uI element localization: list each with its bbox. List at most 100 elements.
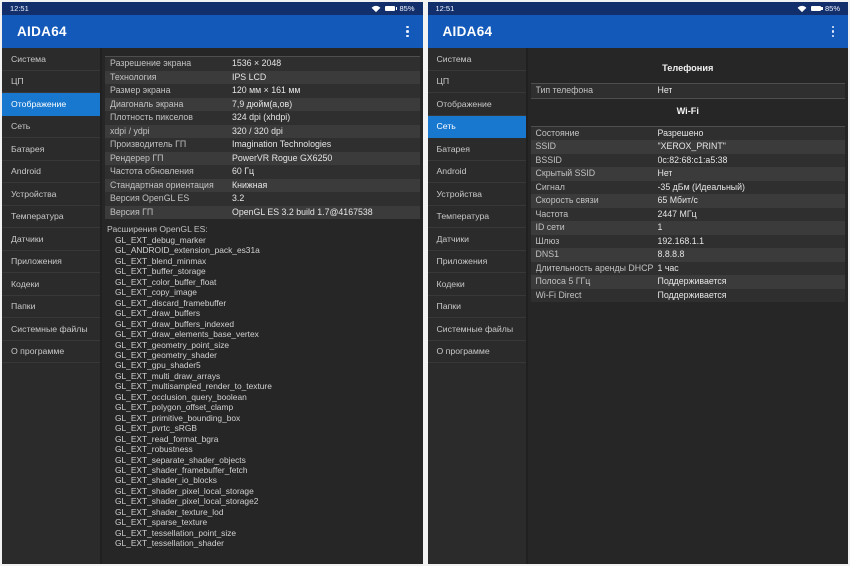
row-value: 120 мм × 161 мм — [232, 85, 301, 95]
extension-item: GL_EXT_multisampled_render_to_texture — [115, 381, 272, 392]
sidebar-item[interactable]: Устройства — [2, 183, 100, 206]
sidebar-item-label: О программе — [436, 346, 490, 357]
extension-item: GL_EXT_primitive_bounding_box — [115, 412, 241, 423]
sidebar-item[interactable]: Отображение — [2, 93, 100, 116]
row-label: Разрешение экрана — [110, 58, 192, 68]
row-label: Скорость связи — [535, 195, 599, 205]
wifi-table: Состояние Разрешено SSID "XEROX_PRINT" B… — [530, 125, 845, 302]
sidebar-item[interactable]: Температура — [427, 206, 526, 228]
battery-percent: 85% — [824, 4, 840, 13]
sidebar-item-label: Датчики — [436, 233, 470, 244]
row-value: 2447 МГц — [657, 208, 697, 219]
row-label: Полоса 5 ГГц — [535, 276, 591, 286]
sidebar-item[interactable]: ЦП — [2, 71, 100, 93]
extension-item: GL_EXT_robustness — [115, 444, 193, 455]
row-value: Книжная — [232, 179, 268, 190]
extension-item: GL_EXT_sparse_texture — [115, 517, 208, 528]
battery-icon — [810, 6, 823, 11]
row-label: Сигнал — [535, 181, 565, 192]
table-row: Длительность аренды DHCP 1 час — [530, 261, 845, 275]
extension-item: GL_EXT_occlusion_query_boolean — [115, 391, 247, 402]
sidebar-item[interactable]: Кодеки — [427, 273, 526, 296]
row-value: 65 Мбит/с — [657, 195, 698, 205]
telephony-table: Тип телефона Нет — [530, 83, 845, 99]
table-row: Разрешение экрана 1536 × 2048 — [105, 57, 420, 71]
sidebar-item-label: Папки — [11, 301, 36, 312]
screenshot-right-network-page: 12:51 85% AIDA64 Система ЦП Отображение … — [427, 2, 848, 564]
sidebar-item[interactable]: Системные файлы — [427, 318, 526, 341]
row-value: 0c:82:68:c1:a5:38 — [657, 154, 728, 165]
extension-item: GL_EXT_geometry_point_size — [115, 339, 230, 350]
sidebar-item[interactable]: Отображение — [427, 93, 526, 116]
section-title-telephony: Телефония — [662, 63, 714, 73]
row-value: "XEROX_PRINT" — [657, 141, 726, 151]
sidebar-item[interactable]: Android — [427, 161, 526, 183]
extension-item: GL_EXT_shader_texture_lod — [115, 506, 224, 517]
row-value: 8.8.8.8 — [657, 249, 685, 259]
row-value: 320 / 320 dpi — [232, 125, 283, 136]
sidebar-item[interactable]: Сеть — [2, 116, 100, 138]
sidebar-item[interactable]: ЦП — [427, 71, 526, 93]
sidebar-item-label: О программе — [11, 346, 65, 357]
row-value: Поддерживается — [657, 289, 727, 300]
display-content: Разрешение экрана 1536 × 2048 Технология… — [102, 48, 423, 564]
wifi-icon — [372, 5, 381, 12]
sidebar-item[interactable]: Системные файлы — [2, 318, 100, 341]
extension-item: GL_EXT_shader_framebuffer_fetch — [115, 464, 248, 475]
sidebar-item-label: Папки — [436, 301, 461, 312]
sidebar-item[interactable]: Приложения — [2, 251, 100, 273]
app-bar: AIDA64 — [427, 15, 848, 48]
sidebar-item[interactable]: Сеть — [427, 115, 526, 138]
sidebar-item-label: Батарея — [11, 143, 45, 154]
sidebar-item[interactable]: Android — [2, 161, 100, 183]
extension-item: GL_EXT_draw_buffers — [115, 308, 201, 319]
sidebar-item[interactable]: О программе — [427, 341, 526, 363]
sidebar-item[interactable]: Кодеки — [2, 273, 100, 296]
extension-item: GL_EXT_polygon_offset_clamp — [115, 402, 234, 413]
sidebar-item[interactable]: Батарея — [427, 138, 526, 161]
sidebar-item-label: Температура — [436, 211, 490, 222]
sidebar-item[interactable]: Устройства — [427, 183, 526, 206]
row-label: Частота — [535, 208, 569, 219]
table-row: Частота обновления 60 Гц — [105, 165, 420, 179]
status-time: 12:51 — [10, 4, 29, 13]
row-value: 60 Гц — [232, 166, 255, 176]
screenshot-left-display-page: 12:51 85% AIDA64 Система ЦП Отображение … — [2, 2, 423, 564]
sidebar-item[interactable]: Температура — [2, 206, 100, 228]
sidebar-item[interactable]: Датчики — [2, 228, 100, 251]
extensions-title: Расширения OpenGL ES: — [107, 224, 208, 234]
row-value: Нет — [657, 168, 673, 178]
table-row: Полоса 5 ГГц Поддерживается — [530, 275, 845, 289]
sidebar-item[interactable]: Система — [427, 48, 526, 71]
sidebar-item[interactable]: Папки — [2, 296, 100, 318]
row-label: DNS1 — [535, 249, 559, 259]
extension-item: GL_EXT_buffer_storage — [115, 266, 206, 277]
table-row: BSSID 0c:82:68:c1:a5:38 — [530, 153, 845, 167]
row-value: 192.168.1.1 — [657, 235, 704, 246]
extension-item: GL_EXT_draw_elements_base_vertex — [115, 329, 259, 340]
sidebar-item-label: Android — [436, 166, 467, 177]
side-by-side-screenshots: 12:51 85% AIDA64 Система ЦП Отображение … — [0, 0, 850, 566]
sidebar-item[interactable]: Приложения — [427, 251, 526, 273]
row-label: Технология — [110, 71, 157, 82]
sidebar-item[interactable]: Система — [2, 48, 100, 71]
sidebar-item[interactable]: Батарея — [2, 138, 100, 161]
overflow-menu-icon[interactable] — [826, 20, 841, 42]
table-row: Тип телефона Нет — [530, 84, 845, 98]
sidebar-item-label: Устройства — [436, 188, 482, 199]
sidebar-item[interactable]: Папки — [427, 296, 526, 318]
row-value: 1 час — [657, 262, 679, 273]
row-value: 1 — [657, 222, 663, 232]
sidebar-item[interactable]: Датчики — [427, 228, 526, 251]
row-label: Тип телефона — [535, 85, 594, 95]
extension-item: GL_EXT_copy_image — [115, 287, 197, 298]
sidebar-item-label: Системные файлы — [436, 323, 514, 334]
sidebar-item-label: Кодеки — [436, 278, 465, 289]
sidebar-item-label: Устройства — [11, 188, 57, 199]
row-value: 324 dpi (xhdpi) — [232, 112, 291, 122]
overflow-menu-icon[interactable] — [400, 20, 415, 42]
table-row: xdpi / ydpi 320 / 320 dpi — [105, 124, 420, 138]
row-value: Разрешено — [657, 127, 704, 138]
nav-sidebar: Система ЦП Отображение Сеть Батарея Andr… — [2, 48, 102, 564]
sidebar-item[interactable]: О программе — [2, 341, 100, 363]
